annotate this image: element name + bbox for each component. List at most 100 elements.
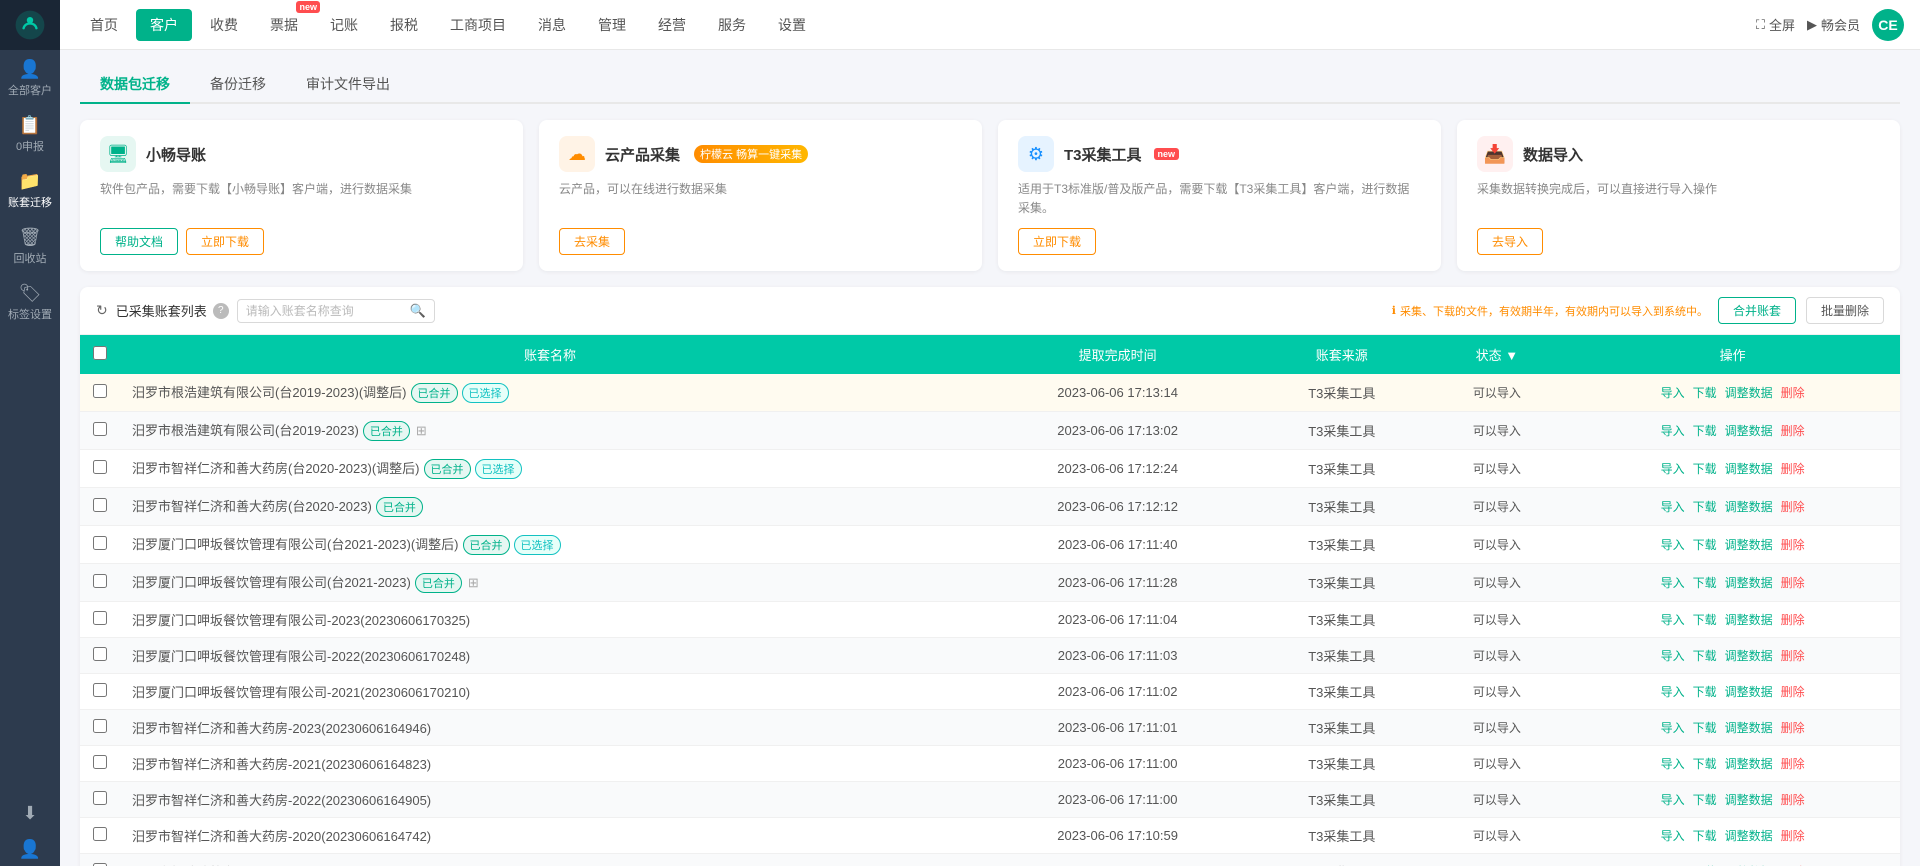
nav-services[interactable]: 服务 [704, 9, 760, 41]
action-删除[interactable]: 删除 [1781, 613, 1805, 627]
nav-tax[interactable]: 报税 [376, 9, 432, 41]
row-checkbox[interactable] [93, 422, 107, 436]
action-导入[interactable]: 导入 [1661, 613, 1685, 627]
action-导入[interactable]: 导入 [1661, 757, 1685, 771]
row-checkbox[interactable] [93, 574, 107, 588]
action-下载[interactable]: 下载 [1693, 793, 1717, 807]
action-下载[interactable]: 下载 [1693, 721, 1717, 735]
download-now-button[interactable]: 立即下载 [186, 228, 264, 255]
action-下载[interactable]: 下载 [1693, 538, 1717, 552]
row-checkbox[interactable] [93, 827, 107, 841]
action-下载[interactable]: 下载 [1693, 685, 1717, 699]
nav-operations[interactable]: 经营 [644, 9, 700, 41]
action-导入[interactable]: 导入 [1661, 721, 1685, 735]
action-删除[interactable]: 删除 [1781, 538, 1805, 552]
action-下载[interactable]: 下载 [1693, 424, 1717, 438]
select-all-checkbox[interactable] [93, 346, 107, 360]
merge-btn[interactable]: 合并账套 [1718, 297, 1796, 324]
member-btn[interactable]: ▶ 畅会员 [1807, 15, 1860, 34]
help-doc-button[interactable]: 帮助文档 [100, 228, 178, 255]
action-导入[interactable]: 导入 [1661, 500, 1685, 514]
sidebar-item-declaration[interactable]: 📋 0申报 [0, 106, 60, 162]
action-调整数据[interactable]: 调整数据 [1725, 424, 1773, 438]
row-checkbox[interactable] [93, 755, 107, 769]
action-删除[interactable]: 删除 [1781, 576, 1805, 590]
sidebar-item-all-clients[interactable]: 👤 全部客户 [0, 50, 60, 106]
sidebar-item-user-settings[interactable]: 👤 [19, 830, 41, 866]
action-导入[interactable]: 导入 [1661, 649, 1685, 663]
action-调整数据[interactable]: 调整数据 [1725, 500, 1773, 514]
action-删除[interactable]: 删除 [1781, 424, 1805, 438]
action-导入[interactable]: 导入 [1661, 576, 1685, 590]
search-icon[interactable]: 🔍 [410, 303, 426, 319]
action-调整数据[interactable]: 调整数据 [1725, 649, 1773, 663]
action-导入[interactable]: 导入 [1661, 538, 1685, 552]
sidebar-item-download[interactable]: ⬇ [19, 794, 41, 830]
action-调整数据[interactable]: 调整数据 [1725, 793, 1773, 807]
search-input[interactable] [246, 304, 406, 318]
action-导入[interactable]: 导入 [1661, 685, 1685, 699]
row-checkbox[interactable] [93, 647, 107, 661]
tab-backup-migration[interactable]: 备份迁移 [190, 66, 286, 104]
action-删除[interactable]: 删除 [1781, 685, 1805, 699]
info-icon[interactable]: ? [213, 303, 229, 319]
batch-delete-btn[interactable]: 批量删除 [1806, 297, 1884, 324]
row-checkbox[interactable] [93, 611, 107, 625]
action-调整数据[interactable]: 调整数据 [1725, 576, 1773, 590]
row-checkbox[interactable] [93, 683, 107, 697]
fullscreen-btn[interactable]: ⛶ 全屏 [1756, 15, 1795, 34]
action-删除[interactable]: 删除 [1781, 721, 1805, 735]
avatar[interactable]: CE [1872, 9, 1904, 41]
action-导入[interactable]: 导入 [1661, 462, 1685, 476]
nav-clients[interactable]: 客户 [136, 9, 192, 41]
nav-fees[interactable]: 收费 [196, 9, 252, 41]
row-extra-icon[interactable]: ⊞ [416, 423, 427, 438]
t3-download-button[interactable]: 立即下载 [1018, 228, 1096, 255]
action-删除[interactable]: 删除 [1781, 500, 1805, 514]
refresh-icon[interactable]: ↻ [96, 302, 108, 319]
row-checkbox[interactable] [93, 536, 107, 550]
action-导入[interactable]: 导入 [1661, 386, 1685, 400]
action-下载[interactable]: 下载 [1693, 576, 1717, 590]
nav-management[interactable]: 管理 [584, 9, 640, 41]
action-调整数据[interactable]: 调整数据 [1725, 721, 1773, 735]
row-checkbox[interactable] [93, 498, 107, 512]
sidebar-item-account-migration[interactable]: 📁 账套迁移 [0, 162, 60, 218]
nav-messages[interactable]: 消息 [524, 9, 580, 41]
action-下载[interactable]: 下载 [1693, 829, 1717, 843]
action-调整数据[interactable]: 调整数据 [1725, 685, 1773, 699]
action-调整数据[interactable]: 调整数据 [1725, 386, 1773, 400]
action-下载[interactable]: 下载 [1693, 500, 1717, 514]
tab-audit-export[interactable]: 审计文件导出 [286, 66, 410, 104]
action-调整数据[interactable]: 调整数据 [1725, 538, 1773, 552]
tab-data-migration[interactable]: 数据包迁移 [80, 66, 190, 104]
nav-home[interactable]: 首页 [76, 9, 132, 41]
row-checkbox[interactable] [93, 791, 107, 805]
action-删除[interactable]: 删除 [1781, 386, 1805, 400]
action-删除[interactable]: 删除 [1781, 757, 1805, 771]
action-下载[interactable]: 下载 [1693, 613, 1717, 627]
action-调整数据[interactable]: 调整数据 [1725, 757, 1773, 771]
sidebar-item-tag-settings[interactable]: 🏷 标签设置 [0, 274, 60, 330]
go-import-button[interactable]: 去导入 [1477, 228, 1543, 255]
nav-business[interactable]: 工商项目 [436, 9, 520, 41]
action-删除[interactable]: 删除 [1781, 649, 1805, 663]
row-checkbox[interactable] [93, 460, 107, 474]
row-checkbox[interactable] [93, 719, 107, 733]
sidebar-item-recycle[interactable]: 🗑 回收站 [0, 218, 60, 274]
action-删除[interactable]: 删除 [1781, 462, 1805, 476]
action-删除[interactable]: 删除 [1781, 793, 1805, 807]
nav-bills[interactable]: 票据 new [256, 9, 312, 41]
action-调整数据[interactable]: 调整数据 [1725, 462, 1773, 476]
action-下载[interactable]: 下载 [1693, 649, 1717, 663]
action-下载[interactable]: 下载 [1693, 386, 1717, 400]
action-调整数据[interactable]: 调整数据 [1725, 613, 1773, 627]
nav-settings[interactable]: 设置 [764, 9, 820, 41]
nav-bookkeeping[interactable]: 记账 [316, 9, 372, 41]
action-下载[interactable]: 下载 [1693, 757, 1717, 771]
action-下载[interactable]: 下载 [1693, 462, 1717, 476]
action-调整数据[interactable]: 调整数据 [1725, 829, 1773, 843]
row-extra-icon[interactable]: ⊞ [468, 575, 479, 590]
action-导入[interactable]: 导入 [1661, 793, 1685, 807]
row-checkbox[interactable] [93, 384, 107, 398]
